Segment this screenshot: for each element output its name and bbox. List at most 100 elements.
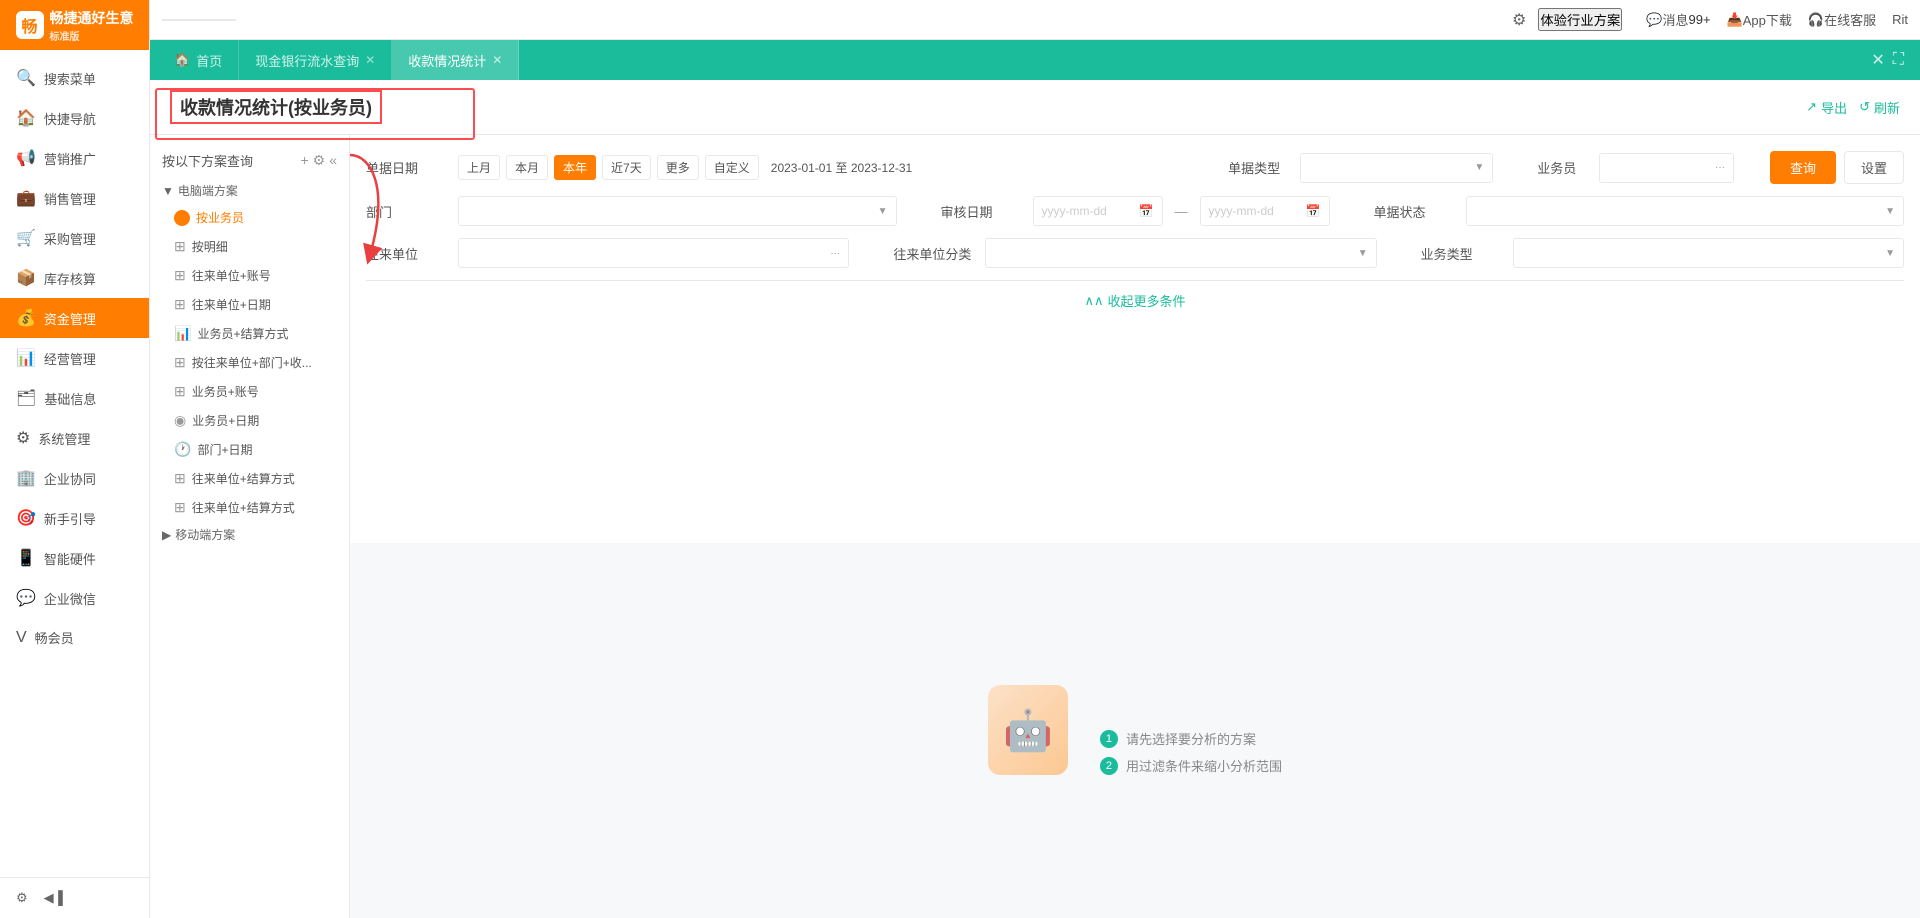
tab-bar-right: ✕ ⛶ [1871,50,1912,70]
maximize-icon[interactable]: ⛶ [1893,51,1904,69]
scheme-item-salesperson-settlement[interactable]: 📊 业务员+结算方式 [150,319,349,348]
desktop-category-label: 电脑端方案 [178,182,238,199]
audit-date-from[interactable]: yyyy-mm-dd 📅 [1033,196,1163,226]
scheme-icon-9: ⊞ [174,470,186,487]
scheme-category-desktop[interactable]: ▼ 电脑端方案 [150,178,349,203]
tab-home[interactable]: 🏠 首页 [158,40,239,80]
scheme-item-counterpart-settlement1[interactable]: ⊞ 往来单位+结算方式 [150,464,349,493]
sidebar-item-member[interactable]: V 畅会员 [0,618,149,657]
audit-date-to[interactable]: yyyy-mm-dd 📅 [1200,196,1330,226]
scheme-item-dept-date[interactable]: 🕐 部门+日期 [150,435,349,464]
online-service-label[interactable]: 在线客服 [1824,10,1876,29]
sidebar-label-basic: 基础信息 [44,389,96,408]
sidebar-item-purchase[interactable]: 🛒 采购管理 [0,218,149,258]
scheme-item-salesperson-account[interactable]: ⊞ 业务员+账号 [150,377,349,406]
scheme-item-by-salesperson[interactable]: 按业务员 [150,203,349,232]
voucher-type-select[interactable]: ▼ [1300,153,1493,183]
salesperson-select[interactable]: ··· [1599,153,1734,183]
sidebar-nav: 🔍 搜索菜单 🏠 快捷导航 📢 营销推广 💼 销售管理 🛒 采购管理 📦 库存核… [0,50,149,877]
enterprise-icon: 🏢 [16,468,36,488]
counterpart-category-chevron: ▼ [1358,248,1368,259]
scheme-item-counterpart-date[interactable]: ⊞ 往来单位+日期 [150,290,349,319]
sidebar-item-inventory[interactable]: 📦 库存核算 [0,258,149,298]
counterpart-category-select[interactable]: ▼ [985,238,1376,268]
scheme-item-label-1: 按明细 [192,238,228,255]
query-button[interactable]: 查询 [1770,151,1836,184]
tab-receipt-stats-close[interactable]: ✕ [492,53,502,67]
counterpart-select[interactable]: ··· [458,238,849,268]
right-panel: 单据日期 上月 本月 本年 近7天 更多 自定义 2023-01-01 至 20… [350,135,1920,918]
sidebar-item-quicknav[interactable]: 🏠 快捷导航 [0,98,149,138]
scheme-item-detail[interactable]: ⊞ 按明细 [150,232,349,261]
date-btn-custom[interactable]: 自定义 [705,155,759,180]
close-window-icon[interactable]: ✕ [1871,50,1884,70]
sidebar-item-basic[interactable]: 🗂 基础信息 [0,378,149,418]
date-btn-last-month[interactable]: 上月 [458,155,500,180]
page-header: 收款情况统计(按业务员) ↗ 导出 ↺ 刷新 [150,80,1920,135]
export-icon: ↗ [1806,99,1817,115]
sidebar-item-search[interactable]: 🔍 搜索菜单 [0,58,149,98]
scheme-item-label-0: 按业务员 [196,209,244,226]
filter-area: 单据日期 上月 本月 本年 近7天 更多 自定义 2023-01-01 至 20… [350,135,1920,543]
sidebar-item-operation[interactable]: 📊 经营管理 [0,338,149,378]
sidebar-label-system: 系统管理 [38,429,90,448]
export-button[interactable]: ↗ 导出 [1806,98,1847,117]
user-avatar[interactable]: Rit [1892,12,1908,27]
scheme-item-counterpart-dept[interactable]: ⊞ 按往来单位+部门+收... [150,348,349,377]
sidebar-item-system[interactable]: ⚙ 系统管理 [0,418,149,458]
empty-step-1: 1 请先选择要分析的方案 [1100,729,1282,748]
tab-bank-flow-label: 现金银行流水查询 [255,51,359,70]
app-download-label[interactable]: App下载 [1743,10,1792,29]
collapse-sidebar-icon[interactable]: ◀▐ [44,890,63,906]
tab-bank-flow[interactable]: 现金银行流水查询 ✕ [239,40,392,80]
date-btn-more[interactable]: 更多 [657,155,699,180]
page-title: 收款情况统计(按业务员) [170,90,382,124]
sidebar-label-quicknav: 快捷导航 [44,109,96,128]
counterpart-label: 往来单位 [366,244,446,263]
scheme-category-mobile[interactable]: ▶ 移动端方案 [150,522,349,547]
scheme-item-salesperson-date[interactable]: ◉ 业务员+日期 [150,406,349,435]
business-type-select[interactable]: ▼ [1513,238,1904,268]
settings-bottom-icon[interactable]: ⚙ [16,890,28,906]
search-icon: 🔍 [16,68,36,88]
sidebar-label-finance: 资金管理 [44,309,96,328]
gear-icon[interactable]: ⚙ [1512,10,1526,30]
sidebar-item-wechat[interactable]: 💬 企业微信 [0,578,149,618]
dept-label: 部门 [366,202,446,221]
scheme-item-counterpart-account[interactable]: ⊞ 往来单位+账号 [150,261,349,290]
filter-actions-row1: 查询 设置 [1770,151,1904,184]
date-btn-7days[interactable]: 近7天 [602,155,651,180]
sidebar-item-sales[interactable]: 💼 销售管理 [0,178,149,218]
salesperson-label: 业务员 [1537,158,1587,177]
collapse-icon: ∧∧ [1084,293,1103,309]
add-scheme-btn[interactable]: + [300,152,308,169]
sidebar-item-marketing[interactable]: 📢 营销推广 [0,138,149,178]
refresh-button[interactable]: ↺ 刷新 [1859,98,1900,117]
tab-bank-flow-close[interactable]: ✕ [365,53,375,67]
sidebar-label-marketing: 营销推广 [44,149,96,168]
voucher-status-select[interactable]: ▼ [1466,196,1905,226]
sidebar-item-finance[interactable]: 💰 资金管理 [0,298,149,338]
page-header-actions: ↗ 导出 ↺ 刷新 [1806,98,1900,117]
scheme-settings-btn[interactable]: ⚙ [313,152,326,169]
purchase-icon: 🛒 [16,228,36,248]
date-btn-this-year[interactable]: 本年 [554,155,596,180]
app-name: 畅捷通好生意 [50,8,134,28]
scheme-collapse-btn[interactable]: « [329,152,337,169]
filter-settings-button[interactable]: 设置 [1844,151,1904,184]
tab-receipt-stats[interactable]: 收款情况统计 ✕ [392,40,519,80]
trial-btn[interactable]: 体验行业方案 [1538,8,1622,31]
logo-icon: 畅 [16,11,44,39]
collapse-label: 收起更多条件 [1108,291,1186,310]
sidebar-item-guide[interactable]: 🎯 新手引导 [0,498,149,538]
message-icon[interactable]: 💬 [1646,12,1662,28]
dept-select[interactable]: ▼ [458,196,897,226]
sidebar-item-enterprise[interactable]: 🏢 企业协同 [0,458,149,498]
scheme-item-counterpart-settlement2[interactable]: ⊞ 往来单位+结算方式 [150,493,349,522]
sidebar-item-hardware[interactable]: 📱 智能硬件 [0,538,149,578]
counterpart-more: ··· [830,248,840,259]
scheme-panel: 按以下方案查询 + ⚙ « ▼ 电脑端方案 按业务员 ⊞ 按明细 [150,135,350,918]
scheme-item-label-6: 业务员+账号 [192,383,259,400]
collapse-bar[interactable]: ∧∧ 收起更多条件 [366,280,1904,320]
date-btn-this-month[interactable]: 本月 [506,155,548,180]
